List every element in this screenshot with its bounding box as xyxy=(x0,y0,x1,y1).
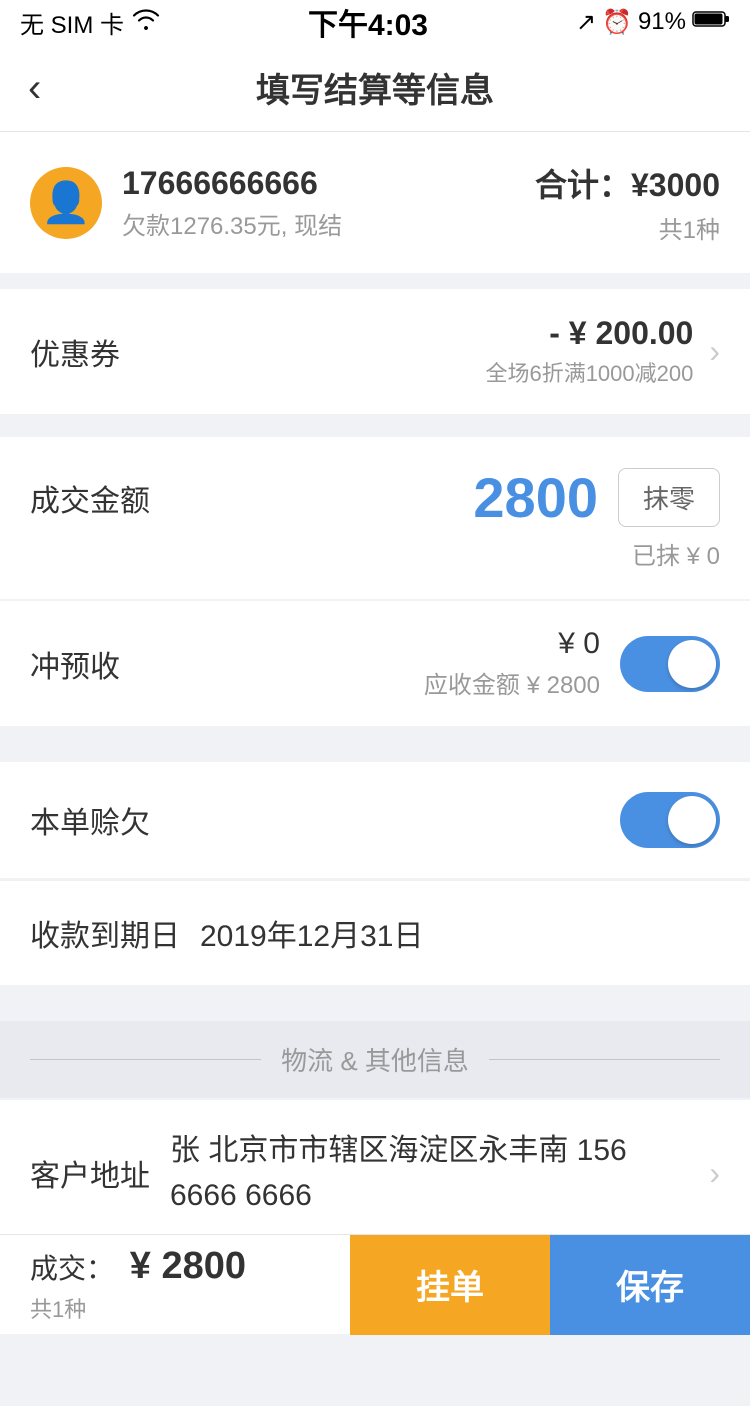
bottom-bar: 成交： ¥ 2800 共1种 挂单 保存 xyxy=(0,1234,750,1334)
customer-debt: 欠款1276.35元, 现结 xyxy=(122,206,342,241)
amount-row: 成交金额 2800 抹零 xyxy=(30,465,720,530)
amount-right: 2800 抹零 xyxy=(473,465,720,530)
avatar: 👤 xyxy=(30,167,102,239)
coupon-amount: - ¥ 200.00 xyxy=(485,315,693,352)
divider-2 xyxy=(0,726,750,746)
status-time: 下午4:03 xyxy=(308,0,428,44)
bottom-deal-label: 成交： xyxy=(30,1253,114,1284)
header-line-left xyxy=(30,1059,261,1060)
deal-amount-sub: 已抹 ¥ 0 xyxy=(30,536,720,571)
sim-text: 无 SIM 卡 xyxy=(20,5,124,40)
due-date-label: 收款到期日 xyxy=(30,911,180,955)
deal-amount-value: 2800 xyxy=(473,465,598,530)
bottom-deal-amount: ¥ 2800 xyxy=(130,1245,246,1287)
address-label: 客户地址 xyxy=(30,1151,150,1195)
customer-phone: 17666666666 xyxy=(122,165,342,202)
customer-left: 👤 17666666666 欠款1276.35元, 现结 xyxy=(30,165,342,241)
due-date-value: 2019年12月31日 xyxy=(200,911,423,955)
total-amount: 合计：¥3000 xyxy=(535,160,720,206)
due-date-section: 收款到期日 2019年12月31日 xyxy=(0,880,750,985)
amount-section: 成交金额 2800 抹零 已抹 ¥ 0 xyxy=(0,437,750,599)
deal-amount-label: 成交金额 xyxy=(30,476,150,520)
bottom-deal-row: 成交： ¥ 2800 xyxy=(30,1245,320,1288)
prepay-row: 冲预收 ¥ 0 应收金额 ¥ 2800 xyxy=(0,601,750,726)
page-title: 填写结算等信息 xyxy=(256,63,494,112)
coupon-label: 优惠券 xyxy=(30,330,120,374)
battery-text: 91% xyxy=(638,8,686,36)
customer-right: 合计：¥3000 共1种 xyxy=(535,160,720,245)
toggle-knob xyxy=(668,640,716,688)
divider-3 xyxy=(0,985,750,1005)
status-right: ↗ ⏰ 91% xyxy=(576,8,730,37)
header-line-right xyxy=(489,1059,720,1060)
coupon-chevron-icon: › xyxy=(709,333,720,370)
debt-toggle-knob xyxy=(668,796,716,844)
avatar-icon: 👤 xyxy=(41,179,91,226)
prepay-receivable: 应收金额 ¥ 2800 xyxy=(424,665,600,700)
coupon-right-col: - ¥ 200.00 全场6折满1000减200 xyxy=(485,315,693,388)
bottom-count: 共1种 xyxy=(30,1292,320,1324)
divider-1 xyxy=(0,417,750,437)
prepay-right: ¥ 0 应收金额 ¥ 2800 xyxy=(424,627,720,700)
section-header: 物流 & 其他信息 xyxy=(0,1021,750,1098)
wifi-icon xyxy=(132,8,160,37)
coupon-desc: 全场6折满1000减200 xyxy=(485,356,693,388)
address-chevron-icon: › xyxy=(709,1155,720,1192)
round-button[interactable]: 抹零 xyxy=(618,468,720,527)
status-left: 无 SIM 卡 xyxy=(20,5,160,40)
bottom-summary: 成交： ¥ 2800 共1种 xyxy=(0,1245,350,1324)
alarm-icon: ⏰ xyxy=(602,8,632,37)
coupon-row[interactable]: 优惠券 - ¥ 200.00 全场6折满1000减200 › xyxy=(0,289,750,415)
debt-section: 本单赊欠 xyxy=(0,762,750,878)
debt-label: 本单赊欠 xyxy=(30,798,150,842)
prepay-col: ¥ 0 应收金额 ¥ 2800 xyxy=(424,627,600,700)
total-count: 共1种 xyxy=(535,210,720,245)
battery-icon xyxy=(692,8,730,36)
prepay-toggle[interactable] xyxy=(620,636,720,692)
customer-info: 17666666666 欠款1276.35元, 现结 xyxy=(122,165,342,241)
section-header-text: 物流 & 其他信息 xyxy=(281,1041,469,1078)
nav-bar: ‹ 填写结算等信息 xyxy=(0,44,750,132)
address-value: 张 北京市市辖区海淀区永丰南 156 6666 6666 xyxy=(170,1128,699,1218)
hold-button[interactable]: 挂单 xyxy=(350,1235,550,1335)
location-icon: ↗ xyxy=(576,8,596,37)
prepay-amount: ¥ 0 xyxy=(424,627,600,661)
address-section[interactable]: 客户地址 张 北京市市辖区海淀区永丰南 156 6666 6666 › xyxy=(0,1100,750,1246)
debt-toggle[interactable] xyxy=(620,792,720,848)
save-button[interactable]: 保存 xyxy=(550,1235,750,1335)
status-bar: 无 SIM 卡 下午4:03 ↗ ⏰ 91% xyxy=(0,0,750,44)
customer-card: 👤 17666666666 欠款1276.35元, 现结 合计：¥3000 共1… xyxy=(0,132,750,273)
back-button[interactable]: ‹ xyxy=(28,68,41,108)
prepay-label: 冲预收 xyxy=(30,642,120,686)
